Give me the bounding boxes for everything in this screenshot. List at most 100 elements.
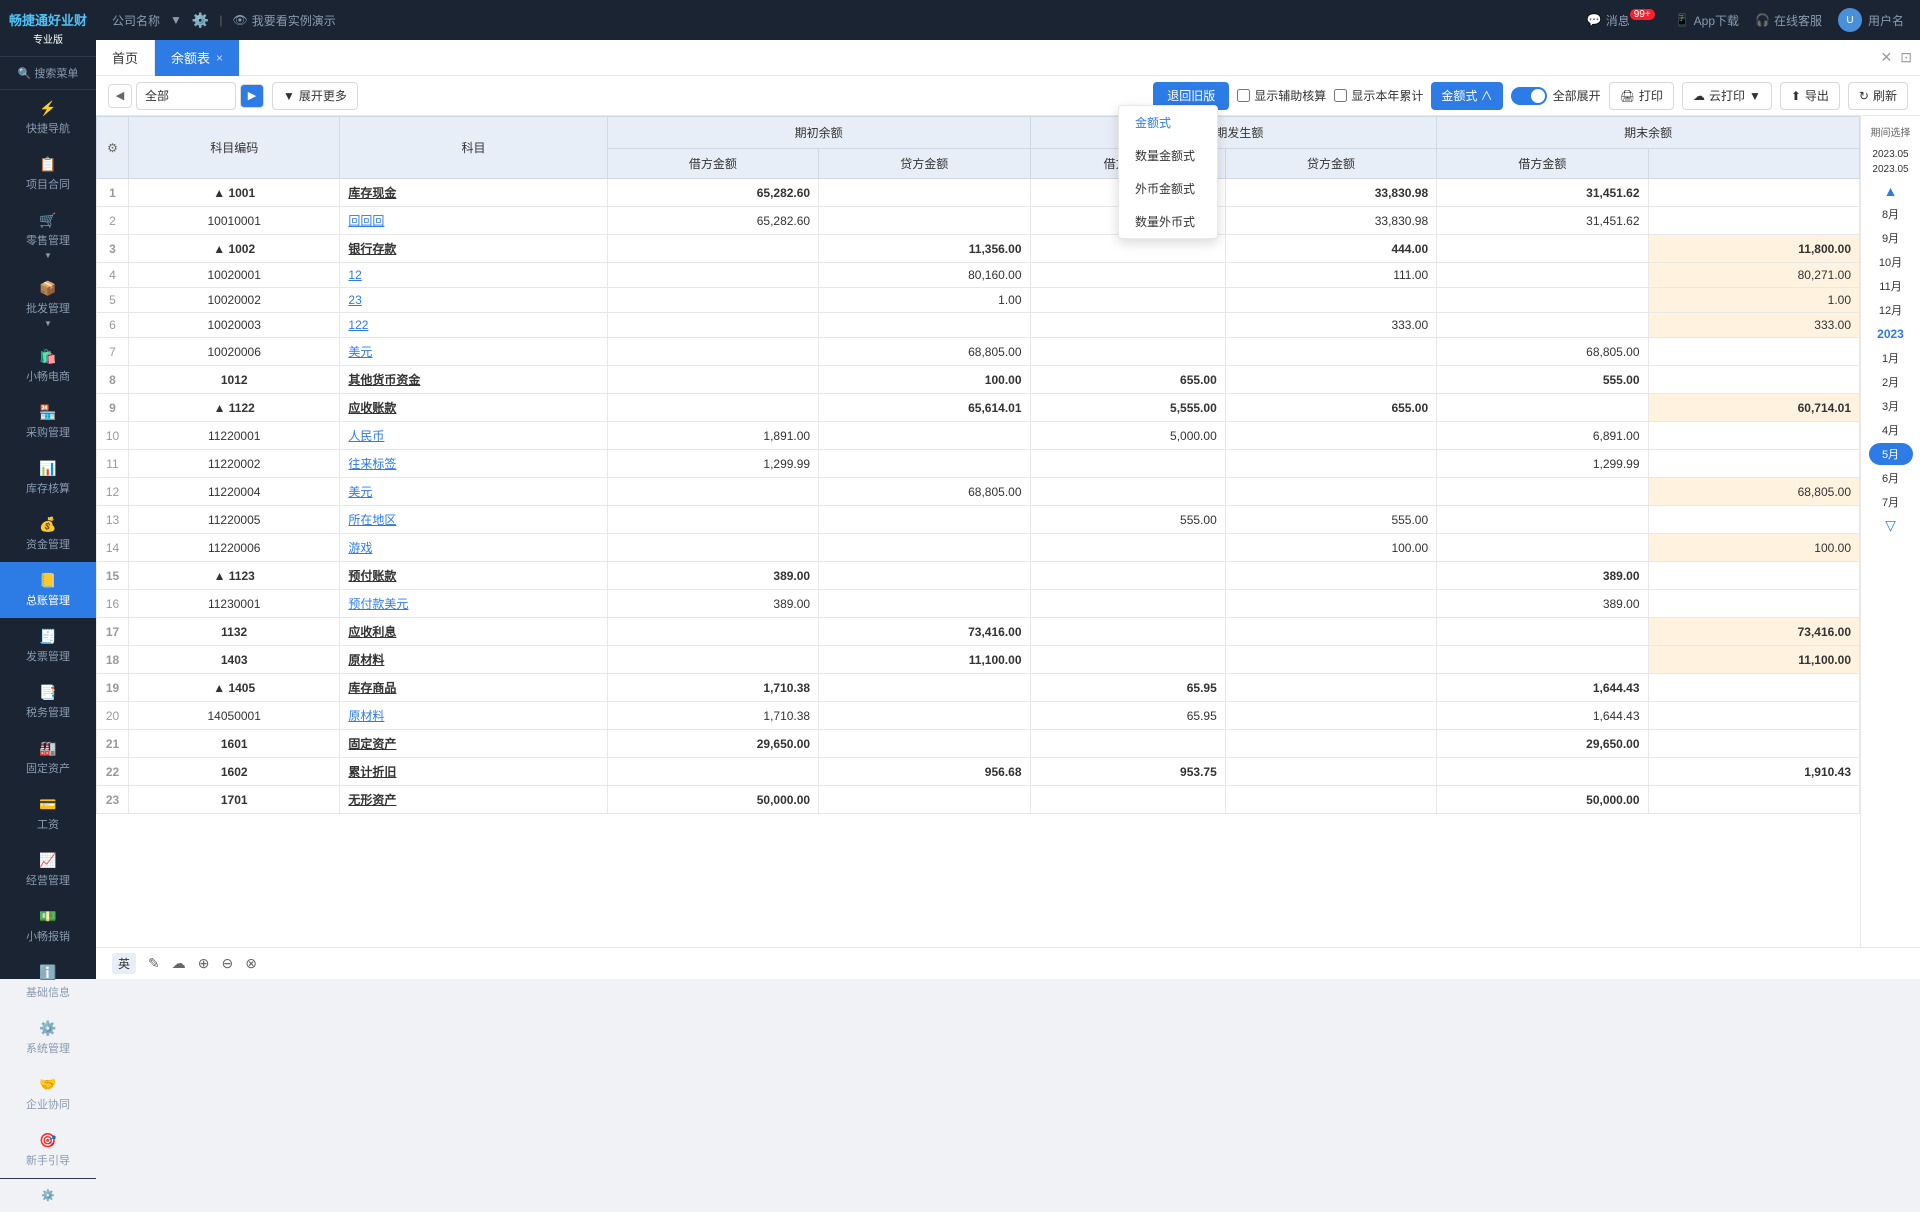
col-settings[interactable]: ⚙ — [97, 117, 129, 179]
sidebar-item-wholesale[interactable]: 📦批发管理 ▼ — [0, 270, 96, 338]
sidebar-item-salary[interactable]: 💳工资 — [0, 786, 96, 842]
sidebar-item-tax[interactable]: 📑税务管理 — [0, 674, 96, 730]
table-row-name[interactable]: 其他货币资金 — [340, 366, 607, 394]
period-month-11[interactable]: 11月 — [1869, 275, 1913, 297]
period-scroll-up[interactable]: ▲ — [1884, 183, 1898, 199]
sidebar-item-assets[interactable]: 🏭固定资产 — [0, 730, 96, 786]
format-option-qty-amount[interactable]: 数量金额式 — [1119, 139, 1217, 172]
table-row-name[interactable]: 累计折旧 — [340, 758, 607, 786]
table-row-name[interactable]: 美元 — [340, 338, 607, 366]
table-row-name[interactable]: 固定资产 — [340, 730, 607, 758]
tab-close-icon[interactable]: × — [216, 51, 223, 65]
sidebar-item-system[interactable]: ⚙️系统管理 — [0, 1010, 96, 1066]
close-bottom-icon[interactable]: ⊗ — [245, 955, 257, 972]
tab-home[interactable]: 首页 — [96, 40, 155, 76]
sidebar-item-operations[interactable]: 📈经营管理 — [0, 842, 96, 898]
format-option-foreign-amount[interactable]: 外币金额式 — [1119, 172, 1217, 205]
table-row-name[interactable]: 原材料 — [340, 702, 607, 730]
header-settings-icon[interactable]: ⚙️ — [192, 12, 209, 29]
sidebar-item-retail[interactable]: 🛒零售管理 ▼ — [0, 202, 96, 270]
edit-icon[interactable]: ✎ — [148, 955, 160, 972]
tab-close-window-icon[interactable]: ✕ — [1881, 49, 1893, 66]
table-row-name[interactable]: 应收账款 — [340, 394, 607, 422]
sidebar-item-ledger[interactable]: 📒总账管理 — [0, 562, 96, 618]
table-row-code: 11220001 — [129, 422, 340, 450]
table-row-ob-debit: 1,299.99 — [607, 450, 818, 478]
sidebar-item-ecommerce[interactable]: 🛍️小畅电商 — [0, 338, 96, 394]
table-row-name[interactable]: 原材料 — [340, 646, 607, 674]
format-option-qty-foreign[interactable]: 数量外币式 — [1119, 205, 1217, 238]
sidebar-item-project[interactable]: 📋项目合同 — [0, 146, 96, 202]
table-row: 610020003122333.00333.00 — [97, 313, 1860, 338]
app-download-button[interactable]: 📱 App下载 — [1675, 12, 1739, 29]
table-row-name[interactable]: 12 — [340, 263, 607, 288]
year-checkbox-input[interactable] — [1334, 89, 1347, 102]
tab-maximize-icon[interactable]: ⊡ — [1900, 49, 1912, 66]
period-month-7[interactable]: 7月 — [1869, 491, 1913, 513]
language-button[interactable]: 英 — [112, 953, 136, 974]
table-row-name[interactable]: 122 — [340, 313, 607, 338]
table-row-name[interactable]: 人民币 — [340, 422, 607, 450]
company-dropdown[interactable]: ▼ — [170, 13, 182, 27]
sidebar-item-collab[interactable]: 🤝企业协同 — [0, 1066, 96, 1122]
table-row-name[interactable]: 回回回 — [340, 207, 607, 235]
expand-all-switch[interactable] — [1511, 87, 1547, 105]
online-service-button[interactable]: 🎧 在线客服 — [1755, 12, 1822, 29]
period-month-5[interactable]: 5月 — [1869, 443, 1913, 465]
period-month-4[interactable]: 4月 — [1869, 419, 1913, 441]
period-scroll-down[interactable]: ▽ — [1885, 517, 1896, 534]
print-button[interactable]: 🖨 打印 — [1609, 82, 1674, 110]
sidebar-search[interactable]: 🔍 搜索菜单 — [0, 57, 96, 90]
period-month-3[interactable]: 3月 — [1869, 395, 1913, 417]
sidebar-item-expense[interactable]: 💵小畅报销 — [0, 898, 96, 954]
table-row-name[interactable]: 无形资产 — [340, 786, 607, 814]
assist-checkbox-input[interactable] — [1237, 89, 1250, 102]
export-button[interactable]: ⬆ 导出 — [1780, 82, 1840, 110]
table-row-name[interactable]: 应收利息 — [340, 618, 607, 646]
format-option-amount[interactable]: 金额式 — [1119, 106, 1217, 139]
zoom-out-icon[interactable]: ⊖ — [221, 955, 233, 972]
period-month-9[interactable]: 9月 — [1869, 227, 1913, 249]
format-button[interactable]: 金额式 ∧ — [1431, 82, 1502, 110]
search-prev-button[interactable]: ◀ — [108, 84, 132, 108]
period-month-2[interactable]: 2月 — [1869, 371, 1913, 393]
table-row-name[interactable]: 库存现金 — [340, 179, 607, 207]
cloud-icon[interactable]: ☁ — [172, 955, 186, 972]
show-assist-checkbox[interactable]: 显示辅助核算 — [1237, 87, 1326, 104]
table-row-name[interactable]: 所在地区 — [340, 506, 607, 534]
table-row-name[interactable]: 游戏 — [340, 534, 607, 562]
sidebar-settings[interactable]: ⚙️ — [0, 1178, 96, 1212]
refresh-button[interactable]: ↻ 刷新 — [1848, 82, 1908, 110]
tab-balance[interactable]: 余额表 × — [155, 40, 239, 76]
table-row-name[interactable]: 美元 — [340, 478, 607, 506]
table-row-name[interactable]: 银行存款 — [340, 235, 607, 263]
sidebar-item-guide[interactable]: 🎯新手引导 — [0, 1122, 96, 1178]
user-info[interactable]: U 用户名 — [1838, 8, 1904, 32]
sidebar-item-basic[interactable]: ℹ️基础信息 — [0, 954, 96, 1010]
table-row-name[interactable]: 23 — [340, 288, 607, 313]
sidebar-item-inventory[interactable]: 📊库存核算 — [0, 450, 96, 506]
cloud-print-button[interactable]: ☁ 云打印 ▼ — [1682, 82, 1772, 110]
sidebar-item-purchase[interactable]: 🏪采购管理 — [0, 394, 96, 450]
period-month-8[interactable]: 8月 — [1869, 203, 1913, 225]
sidebar-item-capital[interactable]: 💰资金管理 — [0, 506, 96, 562]
table-row-name[interactable]: 库存商品 — [340, 674, 607, 702]
period-month-10[interactable]: 10月 — [1869, 251, 1913, 273]
period-year-2023[interactable]: 2023 — [1869, 323, 1913, 345]
table-row-name[interactable]: 预付账款 — [340, 562, 607, 590]
table-row-name[interactable]: 预付款美元 — [340, 590, 607, 618]
sidebar-item-invoice[interactable]: 🧾发票管理 — [0, 618, 96, 674]
period-month-1[interactable]: 1月 — [1869, 347, 1913, 369]
zoom-in-icon[interactable]: ⊕ — [198, 955, 210, 972]
search-input[interactable]: 全部 — [136, 82, 236, 110]
sidebar-item-quick-nav[interactable]: ⚡快捷导航 — [0, 90, 96, 146]
table-row-name[interactable]: 往来标签 — [340, 450, 607, 478]
expand-more-button[interactable]: ▼ 展开更多 — [272, 82, 358, 110]
search-next-button[interactable]: ▶ — [240, 84, 264, 108]
message-button[interactable]: 💬 消息 99+ — [1587, 12, 1659, 29]
period-month-6[interactable]: 6月 — [1869, 467, 1913, 489]
show-year-checkbox[interactable]: 显示本年累计 — [1334, 87, 1423, 104]
table-row-pd-debit — [1030, 313, 1225, 338]
demo-link[interactable]: 👁 我要看实例演示 — [232, 12, 335, 29]
period-month-12[interactable]: 12月 — [1869, 299, 1913, 321]
